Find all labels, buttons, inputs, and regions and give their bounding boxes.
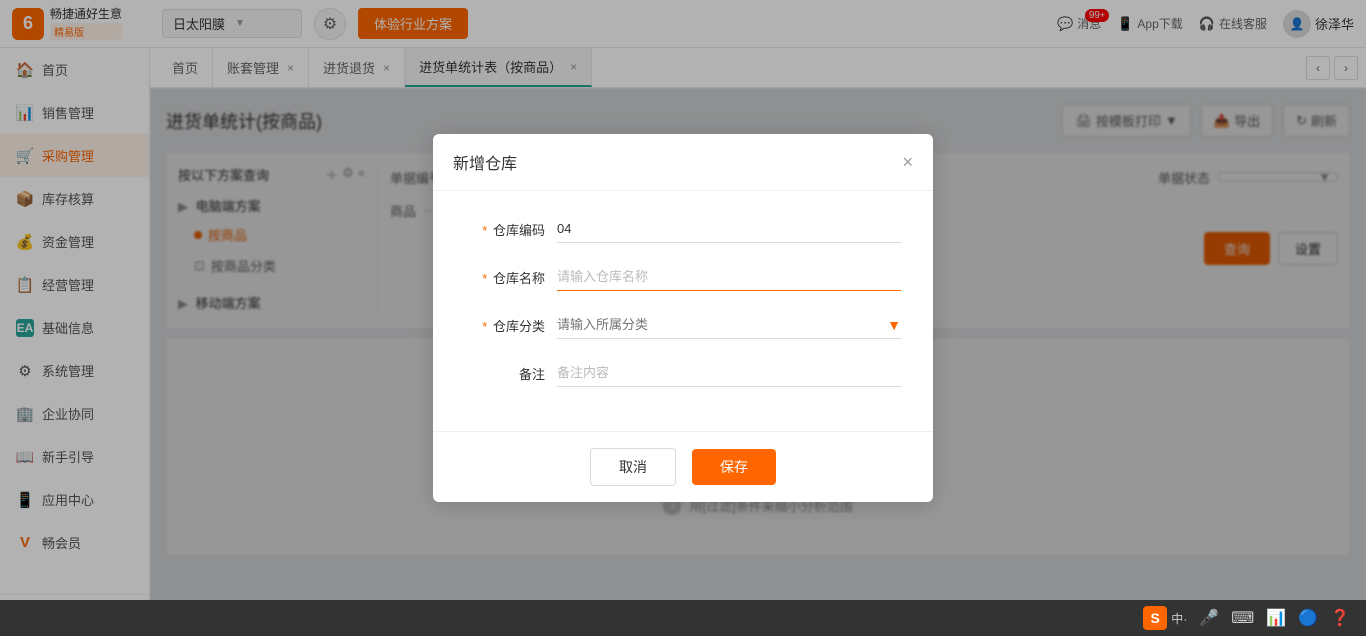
warehouse-name-label: * 仓库名称 xyxy=(465,268,545,287)
dialog-body: * 仓库编码 * 仓库名称 * 仓库分类 xyxy=(433,191,933,431)
required-star-code: * xyxy=(482,223,487,238)
remark-label: 备注 xyxy=(465,364,545,383)
warehouse-name-input[interactable] xyxy=(557,263,901,291)
add-warehouse-dialog: 新增仓库 × * 仓库编码 * 仓库名称 xyxy=(433,134,933,502)
s-logo: S xyxy=(1143,606,1167,630)
circle-icon[interactable]: 🔵 xyxy=(1298,608,1318,628)
remark-input[interactable] xyxy=(557,359,901,387)
keyboard-icon[interactable]: ⌨ xyxy=(1231,608,1254,628)
warehouse-code-row: * 仓库编码 xyxy=(465,215,901,243)
category-dropdown-arrow: ▼ xyxy=(887,317,901,333)
required-star-name: * xyxy=(482,271,487,286)
cancel-button[interactable]: 取消 xyxy=(590,448,676,486)
bottom-logo: S 中· xyxy=(1143,606,1187,630)
help-icon[interactable]: ❓ xyxy=(1330,608,1350,628)
required-star-category: * xyxy=(482,319,487,334)
dialog-footer: 取消 保存 xyxy=(433,431,933,502)
warehouse-category-select[interactable]: ▼ xyxy=(557,311,901,339)
warehouse-code-label: * 仓库编码 xyxy=(465,220,545,239)
warehouse-category-row: * 仓库分类 ▼ xyxy=(465,311,901,339)
modal-overlay: 新增仓库 × * 仓库编码 * 仓库名称 xyxy=(0,0,1366,636)
mic-icon[interactable]: 🎤 xyxy=(1199,608,1219,628)
save-button[interactable]: 保存 xyxy=(692,449,776,485)
warehouse-name-row: * 仓库名称 xyxy=(465,263,901,291)
dialog-close-button[interactable]: × xyxy=(902,152,913,173)
chart-icon[interactable]: 📊 xyxy=(1266,608,1286,628)
warehouse-category-input[interactable] xyxy=(557,311,901,338)
warehouse-code-input[interactable] xyxy=(557,215,901,243)
warehouse-category-label: * 仓库分类 xyxy=(465,316,545,335)
dialog-header: 新增仓库 × xyxy=(433,134,933,191)
dialog-title: 新增仓库 xyxy=(453,150,517,174)
bottom-bar: S 中· 🎤 ⌨ 📊 🔵 ❓ xyxy=(0,600,1366,636)
remark-row: 备注 xyxy=(465,359,901,387)
bottom-text: 中· xyxy=(1171,610,1187,627)
